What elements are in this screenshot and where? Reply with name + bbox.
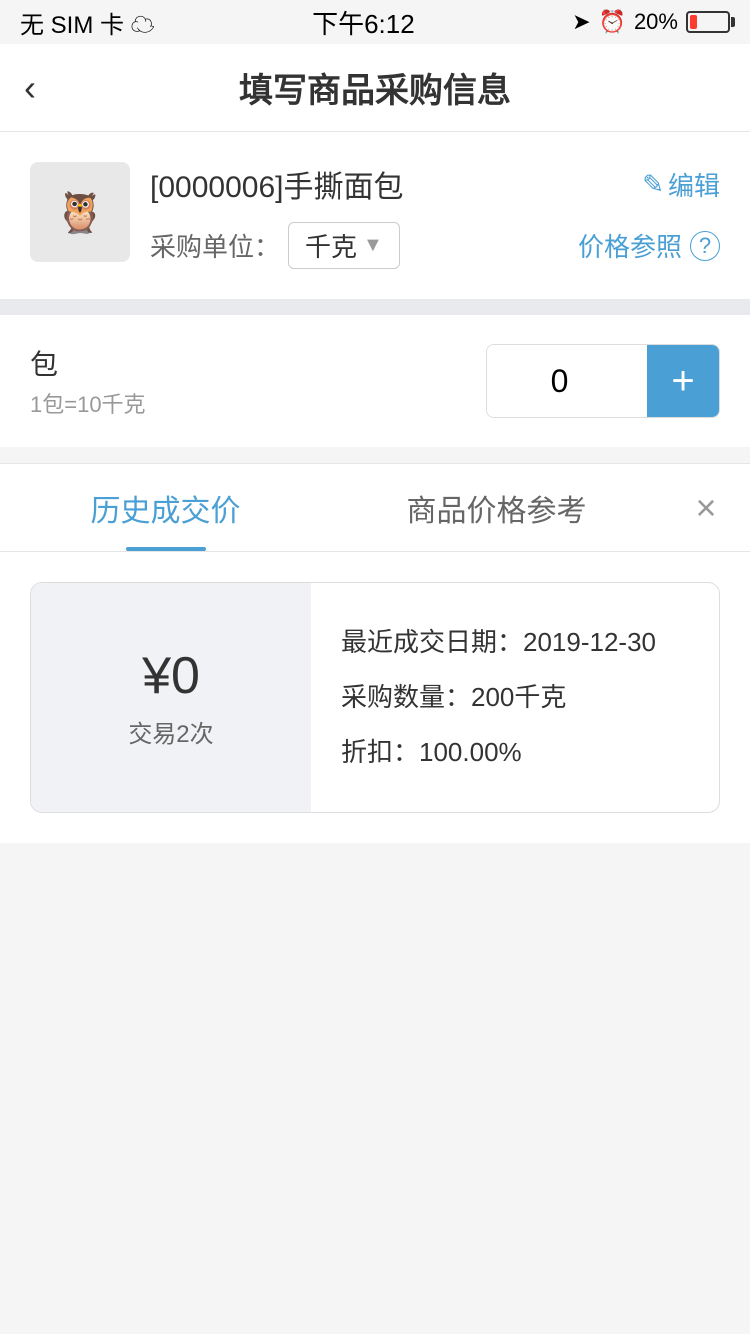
quantity-label: 采购数量：	[341, 682, 471, 712]
unit-label: 采购单位：	[150, 227, 280, 264]
edit-icon: ✎	[642, 169, 664, 200]
page-title: 填写商品采购信息	[239, 63, 511, 112]
history-content: ¥0 交易2次 最近成交日期：2019-12-30 采购数量：200千克 折扣：…	[0, 552, 750, 843]
recent-date-row: 最近成交日期：2019-12-30	[341, 623, 689, 662]
price-card-right: 最近成交日期：2019-12-30 采购数量：200千克 折扣：100.00%	[311, 583, 719, 812]
price-ref-button[interactable]: 价格参照 ?	[578, 227, 720, 264]
quantity-input[interactable]	[487, 345, 647, 417]
product-row: 🦉 [0000006]手撕面包 ✎ 编辑 采购单位： 千克 ▼	[30, 162, 720, 269]
unit-chevron-icon: ▼	[363, 234, 383, 257]
quantity-plus-button[interactable]: +	[647, 345, 719, 417]
product-logo-icon: 🦉	[55, 189, 105, 236]
price-ref-help-icon: ?	[690, 231, 720, 261]
tab-history-price[interactable]: 历史成交价	[0, 464, 331, 551]
status-bar: 无 SIM 卡 ☁ 下午6:12 ➤ ⏰ 20%	[0, 0, 750, 44]
status-right: ➤ ⏰ 20%	[572, 9, 730, 35]
location-icon: ➤	[572, 9, 590, 35]
quantity-unit-label: 包	[30, 343, 146, 383]
battery-fill	[690, 15, 697, 29]
product-section: 🦉 [0000006]手撕面包 ✎ 编辑 采购单位： 千克 ▼	[0, 132, 750, 299]
alarm-icon: ⏰	[599, 9, 626, 35]
product-details: [0000006]手撕面包 ✎ 编辑 采购单位： 千克 ▼ 价格参照 ?	[150, 162, 720, 269]
discount-row: 折扣：100.00%	[341, 733, 689, 772]
product-name: [0000006]手撕面包	[150, 162, 403, 206]
quantity-value: 200千克	[471, 682, 566, 712]
section-divider	[0, 299, 750, 315]
tabs-header: 历史成交价 商品价格参考 ×	[0, 464, 750, 552]
discount-value: 100.00%	[419, 737, 522, 767]
unit-row: 采购单位： 千克 ▼ 价格参照 ?	[150, 222, 720, 269]
tabs-section: 历史成交价 商品价格参考 × ¥0 交易2次 最近成交日期：2019-12-30…	[0, 463, 750, 843]
tab-product-price-ref[interactable]: 商品价格参考	[331, 464, 662, 551]
edit-label: 编辑	[668, 166, 720, 203]
unit-value: 千克	[305, 227, 357, 264]
recent-date-label: 最近成交日期：	[341, 627, 523, 657]
nav-bar: ‹ 填写商品采购信息	[0, 44, 750, 132]
product-thumbnail: 🦉	[30, 162, 130, 262]
battery-icon	[686, 11, 730, 33]
price-value: ¥0	[142, 646, 200, 706]
price-ref-label: 价格参照	[578, 227, 682, 264]
quantity-left: 包 1包=10千克	[30, 343, 146, 419]
status-left: 无 SIM 卡 ☁	[20, 5, 155, 40]
quantity-sub-label: 1包=10千克	[30, 387, 146, 419]
tab-close-button[interactable]: ×	[662, 464, 750, 552]
discount-label: 折扣：	[341, 737, 419, 767]
battery-percent: 20%	[634, 9, 678, 35]
sim-signal-text: 无 SIM 卡 ☁	[20, 5, 155, 40]
price-card: ¥0 交易2次 最近成交日期：2019-12-30 采购数量：200千克 折扣：…	[30, 582, 720, 813]
price-card-left: ¥0 交易2次	[31, 583, 311, 812]
edit-button[interactable]: ✎ 编辑	[642, 166, 720, 203]
purchase-quantity-row: 采购数量：200千克	[341, 678, 689, 717]
unit-select[interactable]: 千克 ▼	[288, 222, 400, 269]
trade-count: 交易2次	[128, 714, 213, 749]
product-name-row: [0000006]手撕面包 ✎ 编辑	[150, 162, 720, 206]
quantity-section: 包 1包=10千克 +	[0, 315, 750, 447]
status-time: 下午6:12	[312, 4, 415, 41]
quantity-input-group: +	[486, 344, 720, 418]
back-button[interactable]: ‹	[24, 67, 36, 109]
recent-date-value: 2019-12-30	[523, 627, 656, 657]
